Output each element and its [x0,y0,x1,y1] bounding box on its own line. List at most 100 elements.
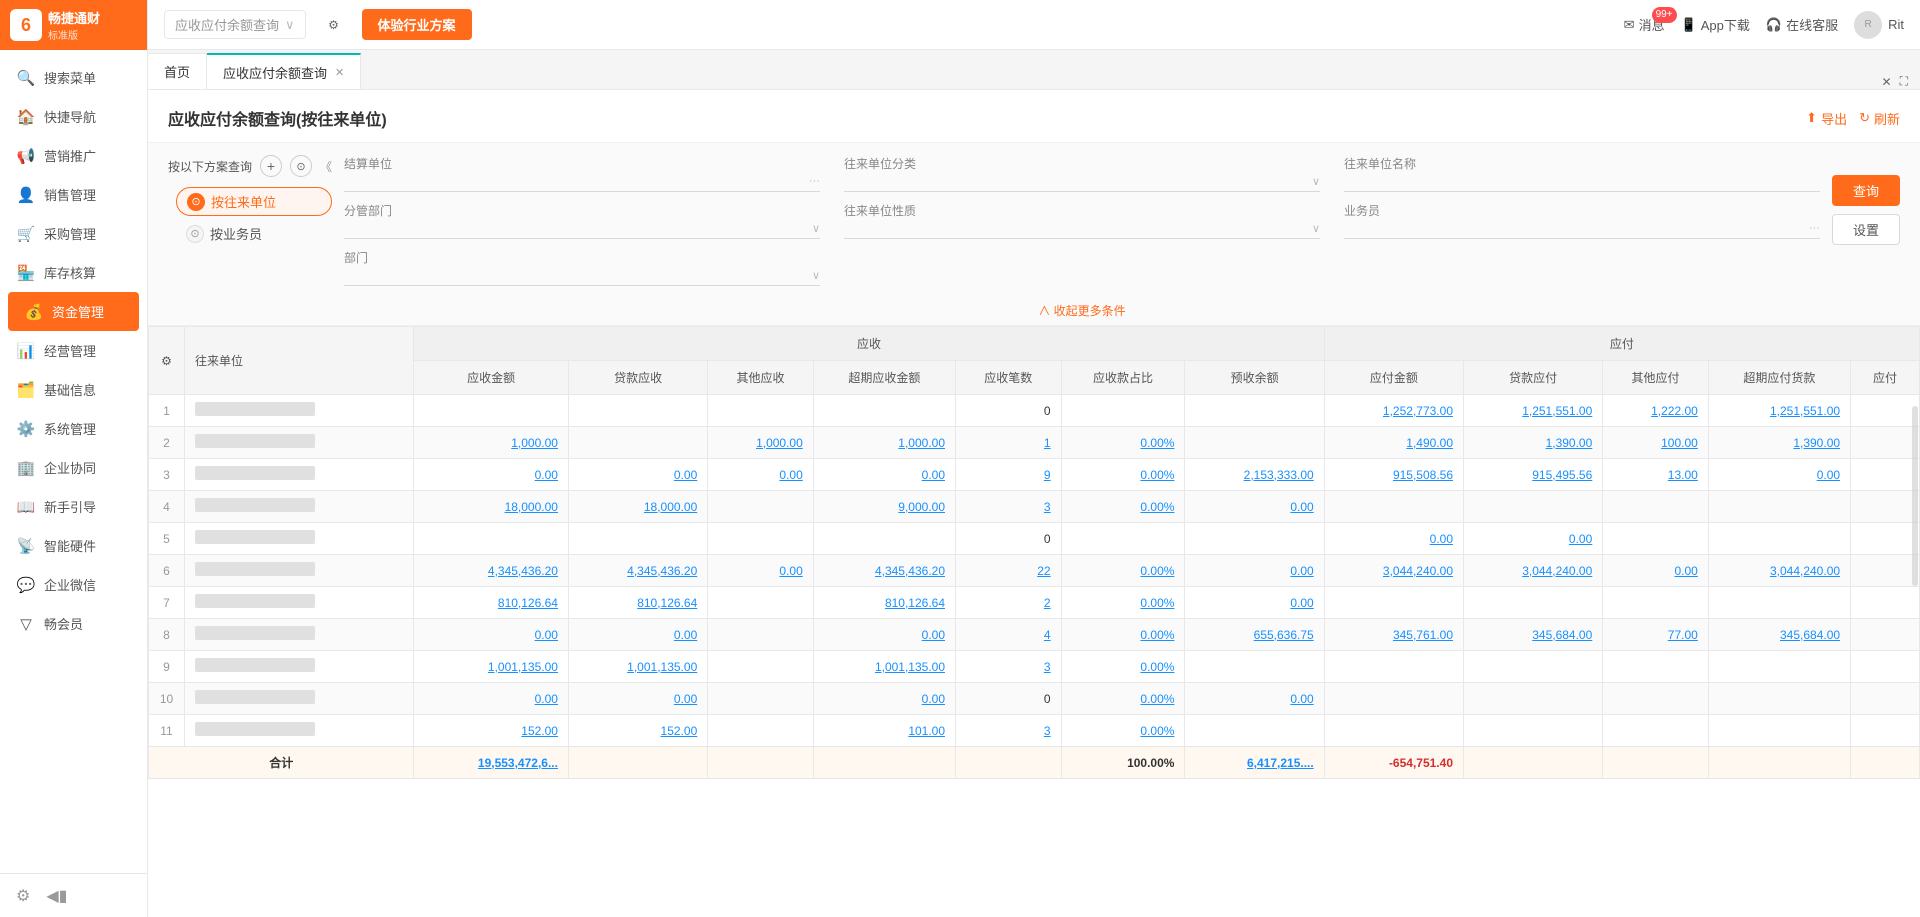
maximize-icon[interactable]: ⛶ [1900,74,1908,89]
sidebar-collapse-icon[interactable]: ◀▮ [46,886,67,906]
row-ar-amount[interactable]: 4,345,436.20 [414,555,569,587]
sidebar-item-inventory[interactable]: 🏪 库存核算 [0,253,147,292]
row-ar-amount[interactable]: 1,000.00 [414,427,569,459]
header-settings-button[interactable]: ⚙ [318,9,350,41]
sidebar-item-basic-info[interactable]: 🗂️ 基础信息 [0,370,147,409]
row-ap-other[interactable]: 77.00 [1603,619,1709,651]
row-ar-amount[interactable]: 0.00 [414,619,569,651]
app-download-button[interactable]: 📱 App下载 [1681,15,1750,34]
row-ar-count[interactable]: 3 [956,491,1062,523]
row-ap-overdue[interactable]: 1,251,551.00 [1708,395,1850,427]
row-ar-ratio[interactable]: 0.00% [1061,555,1185,587]
row-ar-prepay[interactable]: 0.00 [1185,491,1324,523]
sidebar-item-quick-nav[interactable]: 🏠 快捷导航 [0,97,147,136]
row-ar-overdue[interactable]: 0.00 [813,619,955,651]
row-ap-overdue[interactable]: 345,684.00 [1708,619,1850,651]
row-ar-ratio[interactable]: 0.00% [1061,427,1185,459]
row-ap-loan[interactable]: 3,044,240.00 [1464,555,1603,587]
sidebar-item-search-menu[interactable]: 🔍 搜索菜单 [0,58,147,97]
row-ar-count[interactable]: 1 [956,427,1062,459]
tab-close-icon[interactable]: ✕ [335,66,344,79]
row-ar-count[interactable]: 2 [956,587,1062,619]
sidebar-item-sales[interactable]: 👤 销售管理 [0,175,147,214]
header-breadcrumb[interactable]: 应收应付余额查询 ∨ [164,10,306,39]
row-ar-ratio[interactable]: 0.00% [1061,715,1185,747]
row-ar-ratio[interactable]: 0.00% [1061,459,1185,491]
unit-name-input[interactable] [1344,174,1820,188]
query-button[interactable]: 查询 [1832,175,1900,206]
sidebar-item-purchase[interactable]: 🛒 采购管理 [0,214,147,253]
export-button[interactable]: ⬆ 导出 [1806,109,1847,128]
row-ar-count[interactable]: 3 [956,715,1062,747]
dept-main-input[interactable] [344,221,812,235]
row-ap-amount[interactable]: 915,508.56 [1324,459,1463,491]
sidebar-settings-icon[interactable]: ⚙ [16,886,30,906]
sidebar-item-hardware[interactable]: 📡 智能硬件 [0,526,147,565]
message-button[interactable]: ✉ 消息 99+ [1624,15,1665,34]
settlement-unit-icon[interactable]: ··· [809,175,820,187]
sidebar-item-operation[interactable]: 📊 经营管理 [0,331,147,370]
row-ar-ratio[interactable]: 0.00% [1061,683,1185,715]
filter-option-by-staff[interactable]: ⊙ 按业务员 [176,220,332,247]
row-ar-loan[interactable]: 0.00 [568,619,707,651]
row-ar-loan[interactable]: 810,126.64 [568,587,707,619]
row-ap-other[interactable]: 1,222.00 [1603,395,1709,427]
row-ar-loan[interactable]: 152.00 [568,715,707,747]
row-ar-count[interactable]: 9 [956,459,1062,491]
row-ap-amount[interactable]: 1,252,773.00 [1324,395,1463,427]
row-ar-other[interactable]: 0.00 [708,459,814,491]
sidebar-item-guide[interactable]: 📖 新手引导 [0,487,147,526]
row-ar-loan[interactable]: 18,000.00 [568,491,707,523]
row-ap-amount[interactable]: 1,490.00 [1324,427,1463,459]
row-ap-amount[interactable]: 345,761.00 [1324,619,1463,651]
row-ar-loan[interactable]: 0.00 [568,459,707,491]
row-ar-loan[interactable]: 0.00 [568,683,707,715]
sidebar-item-system[interactable]: ⚙️ 系统管理 [0,409,147,448]
row-ar-overdue[interactable]: 810,126.64 [813,587,955,619]
row-ar-amount[interactable]: 0.00 [414,683,569,715]
row-ap-loan[interactable]: 1,251,551.00 [1464,395,1603,427]
table-settings-header[interactable]: ⚙ [149,327,185,395]
unit-category-icon[interactable]: ∨ [1312,175,1320,188]
dept-icon[interactable]: ∨ [812,269,820,282]
filter-schema-button[interactable]: ⊙ [290,155,312,177]
tab-home[interactable]: 首页 [148,53,207,89]
sidebar-item-wechat[interactable]: 💬 企业微信 [0,565,147,604]
unit-nature-icon[interactable]: ∨ [1312,222,1320,235]
refresh-button[interactable]: ↻ 刷新 [1859,109,1900,128]
row-ar-count[interactable]: 3 [956,651,1062,683]
footer-ar-prepay[interactable]: 6,417,215.... [1185,747,1324,779]
row-ar-overdue[interactable]: 1,000.00 [813,427,955,459]
row-ar-count[interactable]: 22 [956,555,1062,587]
row-ap-overdue[interactable]: 1,390.00 [1708,427,1850,459]
row-ar-amount[interactable]: 1,001,135.00 [414,651,569,683]
salesperson-icon[interactable]: ··· [1809,222,1820,234]
row-ap-amount[interactable]: 3,044,240.00 [1324,555,1463,587]
row-ar-prepay[interactable]: 0.00 [1185,683,1324,715]
vertical-scrollbar[interactable] [1912,406,1918,586]
row-ar-prepay[interactable]: 655,636.75 [1185,619,1324,651]
sidebar-item-corp[interactable]: 🏢 企业协同 [0,448,147,487]
row-ap-loan[interactable]: 915,495.56 [1464,459,1603,491]
row-ar-overdue[interactable]: 0.00 [813,683,955,715]
row-ar-count[interactable]: 4 [956,619,1062,651]
row-ar-amount[interactable]: 0.00 [414,459,569,491]
row-ar-overdue[interactable]: 1,001,135.00 [813,651,955,683]
row-ap-loan[interactable]: 0.00 [1464,523,1603,555]
salesperson-input[interactable] [1344,221,1809,235]
row-ar-prepay[interactable]: 2,153,333.00 [1185,459,1324,491]
sidebar-item-member[interactable]: ▽ 畅会员 [0,604,147,643]
row-ar-overdue[interactable]: 4,345,436.20 [813,555,955,587]
row-ar-overdue[interactable]: 101.00 [813,715,955,747]
footer-ar-amount[interactable]: 19,553,472,6... [414,747,569,779]
row-ap-other[interactable]: 100.00 [1603,427,1709,459]
trial-btn[interactable]: 体验行业方案 [362,9,472,40]
row-ar-prepay[interactable]: 0.00 [1185,555,1324,587]
setting-button[interactable]: 设置 [1832,214,1900,245]
table-settings-icon[interactable]: ⚙ [161,354,172,368]
filter-collapse-button[interactable]: 《 [320,158,332,175]
row-ar-ratio[interactable]: 0.00% [1061,587,1185,619]
row-ar-amount[interactable]: 810,126.64 [414,587,569,619]
row-ar-other[interactable]: 0.00 [708,555,814,587]
row-ar-loan[interactable]: 1,001,135.00 [568,651,707,683]
